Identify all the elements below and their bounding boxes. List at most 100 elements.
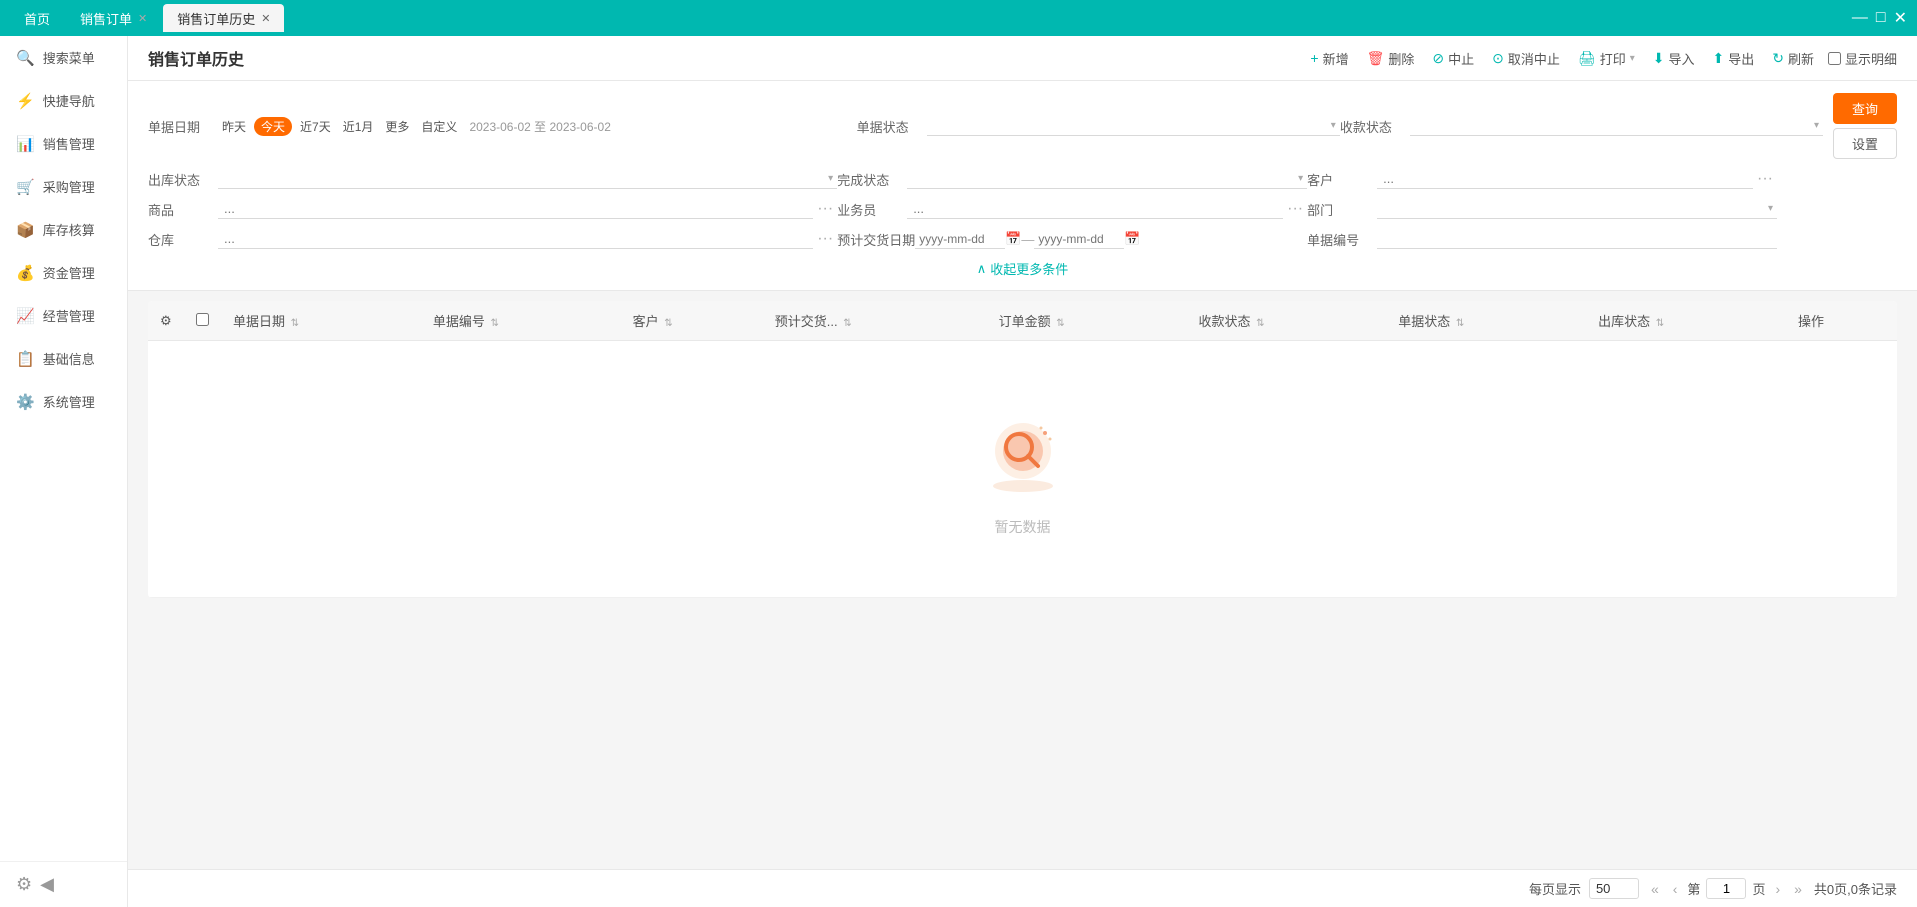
sidebar-item-quick-nav[interactable]: ⚡ 快捷导航 <box>0 79 127 122</box>
filter-row-4: 仓库 ··· 预计交货日期 📅 — 📅 单据编号 <box>148 229 1897 249</box>
ship-status-filter: 出库状态 ▾ <box>148 169 837 189</box>
collapse-row[interactable]: ∧ 收起更多条件 <box>148 259 1897 278</box>
display-cols-toggle[interactable]: 显示明细 <box>1828 49 1897 68</box>
delivery-date-start[interactable] <box>915 230 1005 249</box>
base-info-icon: 📋 <box>16 350 35 368</box>
sidebar-item-sales-mgmt[interactable]: 📊 销售管理 <box>0 122 127 165</box>
delete-button[interactable]: 🗑 删除 <box>1363 47 1419 70</box>
table-body: 暂无数据 <box>148 341 1897 598</box>
sidebar-item-inventory-label: 库存核算 <box>43 220 95 239</box>
export-button[interactable]: ⬆ 导出 <box>1708 47 1758 70</box>
date-1month-btn[interactable]: 近1月 <box>339 117 378 136</box>
date-more-btn[interactable]: 更多 <box>381 117 413 136</box>
next-page-button[interactable]: › <box>1771 879 1784 899</box>
prev-page-button[interactable]: ‹ <box>1669 879 1682 899</box>
print-button[interactable]: 🖨 打印 ▾ <box>1574 47 1639 70</box>
goods-dots-btn[interactable]: ··· <box>813 200 837 218</box>
last-page-button[interactable]: » <box>1790 879 1806 899</box>
col-payment-status[interactable]: 收款状态 ⇅ <box>1186 301 1386 341</box>
select-all-checkbox[interactable] <box>196 313 209 326</box>
cancel-stop-button[interactable]: ⊙ 取消中止 <box>1488 47 1564 70</box>
col-ship-status[interactable]: 出库状态 ⇅ <box>1586 301 1786 341</box>
col-date[interactable]: 单据日期 ⇅ <box>221 301 421 341</box>
salesman-dots-btn[interactable]: ··· <box>1283 200 1307 218</box>
col-checkbox <box>184 301 221 341</box>
stop-button[interactable]: ⊘ 中止 <box>1428 47 1478 70</box>
sidebar-item-base-info[interactable]: 📋 基础信息 <box>0 337 127 380</box>
col-order-status[interactable]: 单据状态 ⇅ <box>1386 301 1586 341</box>
query-button[interactable]: 查询 <box>1833 93 1897 124</box>
export-icon: ⬆ <box>1712 50 1724 67</box>
data-table: ⚙ 单据日期 ⇅ 单据编号 ⇅ 客户 <box>148 301 1897 598</box>
customer-dots-btn[interactable]: ··· <box>1753 170 1777 188</box>
sidebar-item-search-menu[interactable]: 🔍 搜索菜单 <box>0 36 127 79</box>
order-no-filter: 单据编号 <box>1307 229 1777 249</box>
ship-status-select-wrapper: ▾ <box>218 169 837 189</box>
finance-icon: 💰 <box>16 264 35 282</box>
delivery-date-end-cal-icon[interactable]: 📅 <box>1124 231 1140 247</box>
col-settings[interactable]: ⚙ <box>148 301 184 341</box>
col-delivery-date[interactable]: 预计交货... ⇅ <box>763 301 987 341</box>
refresh-label: 刷新 <box>1788 49 1814 68</box>
settings-button[interactable]: 设置 <box>1833 128 1897 159</box>
settings-bottom-icon[interactable]: ⚙ <box>16 874 32 895</box>
dept-select-wrapper: ▾ <box>1377 199 1777 219</box>
page-title: 销售订单历史 <box>148 46 244 70</box>
sidebar-item-finance[interactable]: 💰 资金管理 <box>0 251 127 294</box>
col-customer[interactable]: 客户 ⇅ <box>621 301 763 341</box>
sidebar-item-purchase-mgmt[interactable]: 🛒 采购管理 <box>0 165 127 208</box>
import-button[interactable]: ⬇ 导入 <box>1649 47 1699 70</box>
ship-status-select[interactable] <box>218 169 837 188</box>
col-order-no-label: 单据编号 <box>433 314 485 329</box>
page-size-select[interactable]: 10 20 50 100 <box>1589 878 1639 899</box>
col-order-status-label: 单据状态 <box>1398 314 1450 329</box>
import-icon: ⬇ <box>1653 50 1665 67</box>
tab-sales-order-history-close[interactable]: ✕ <box>261 12 270 25</box>
page-number-input[interactable] <box>1706 878 1746 899</box>
date-yesterday-btn[interactable]: 昨天 <box>218 117 250 136</box>
tab-home[interactable]: 首页 <box>10 5 64 32</box>
warehouse-dots-btn[interactable]: ··· <box>813 230 837 248</box>
salesman-input[interactable] <box>907 199 1283 219</box>
order-no-input[interactable] <box>1377 229 1777 249</box>
tab-sales-order-history[interactable]: 销售订单历史 ✕ <box>163 4 284 32</box>
sidebar-item-system-mgmt[interactable]: ⚙️ 系统管理 <box>0 380 127 423</box>
warehouse-input[interactable] <box>218 229 813 249</box>
date-7days-btn[interactable]: 近7天 <box>296 117 335 136</box>
main-layout: 🔍 搜索菜单 ⚡ 快捷导航 📊 销售管理 🛒 采购管理 📦 库存核算 💰 资金管… <box>0 36 1917 907</box>
first-page-button[interactable]: « <box>1647 879 1663 899</box>
customer-input[interactable] <box>1377 169 1753 189</box>
payment-status-select[interactable] <box>1410 116 1823 135</box>
minimize-icon[interactable]: — <box>1852 9 1868 27</box>
cancel-stop-icon: ⊙ <box>1492 50 1504 67</box>
close-icon[interactable]: ✕ <box>1894 8 1907 28</box>
sidebar-item-operations[interactable]: 📈 经营管理 <box>0 294 127 337</box>
col-delivery-date-label: 预计交货... <box>775 314 838 329</box>
payment-status-label: 收款状态 <box>1340 117 1410 136</box>
delete-label: 删除 <box>1388 49 1414 68</box>
refresh-button[interactable]: ↻ 刷新 <box>1768 47 1818 70</box>
delivery-date-end[interactable] <box>1034 230 1124 249</box>
display-cols-checkbox[interactable] <box>1828 52 1841 65</box>
delivery-date-start-cal-icon[interactable]: 📅 <box>1005 231 1021 247</box>
salesman-label: 业务员 <box>837 200 907 219</box>
add-icon: + <box>1310 50 1318 66</box>
date-today-btn[interactable]: 今天 <box>254 117 292 136</box>
goods-input[interactable] <box>218 199 813 219</box>
col-order-no[interactable]: 单据编号 ⇅ <box>421 301 621 341</box>
dept-select[interactable] <box>1377 199 1777 218</box>
col-amount[interactable]: 订单金额 ⇅ <box>987 301 1187 341</box>
display-cols-label: 显示明细 <box>1845 49 1897 68</box>
add-button[interactable]: + 新增 <box>1306 47 1352 70</box>
empty-state: 暂无数据 <box>148 341 1897 597</box>
maximize-icon[interactable]: □ <box>1876 9 1886 27</box>
sidebar-item-inventory[interactable]: 📦 库存核算 <box>0 208 127 251</box>
order-status-select[interactable] <box>927 116 1340 135</box>
sales-mgmt-icon: 📊 <box>16 135 35 153</box>
tab-sales-order-close[interactable]: ✕ <box>138 12 147 25</box>
dept-label: 部门 <box>1307 200 1377 219</box>
complete-status-select[interactable] <box>907 169 1307 188</box>
tab-sales-order[interactable]: 销售订单 ✕ <box>66 4 161 32</box>
date-custom-btn[interactable]: 自定义 <box>417 117 461 136</box>
collapse-sidebar-icon[interactable]: ◀ <box>40 874 54 895</box>
